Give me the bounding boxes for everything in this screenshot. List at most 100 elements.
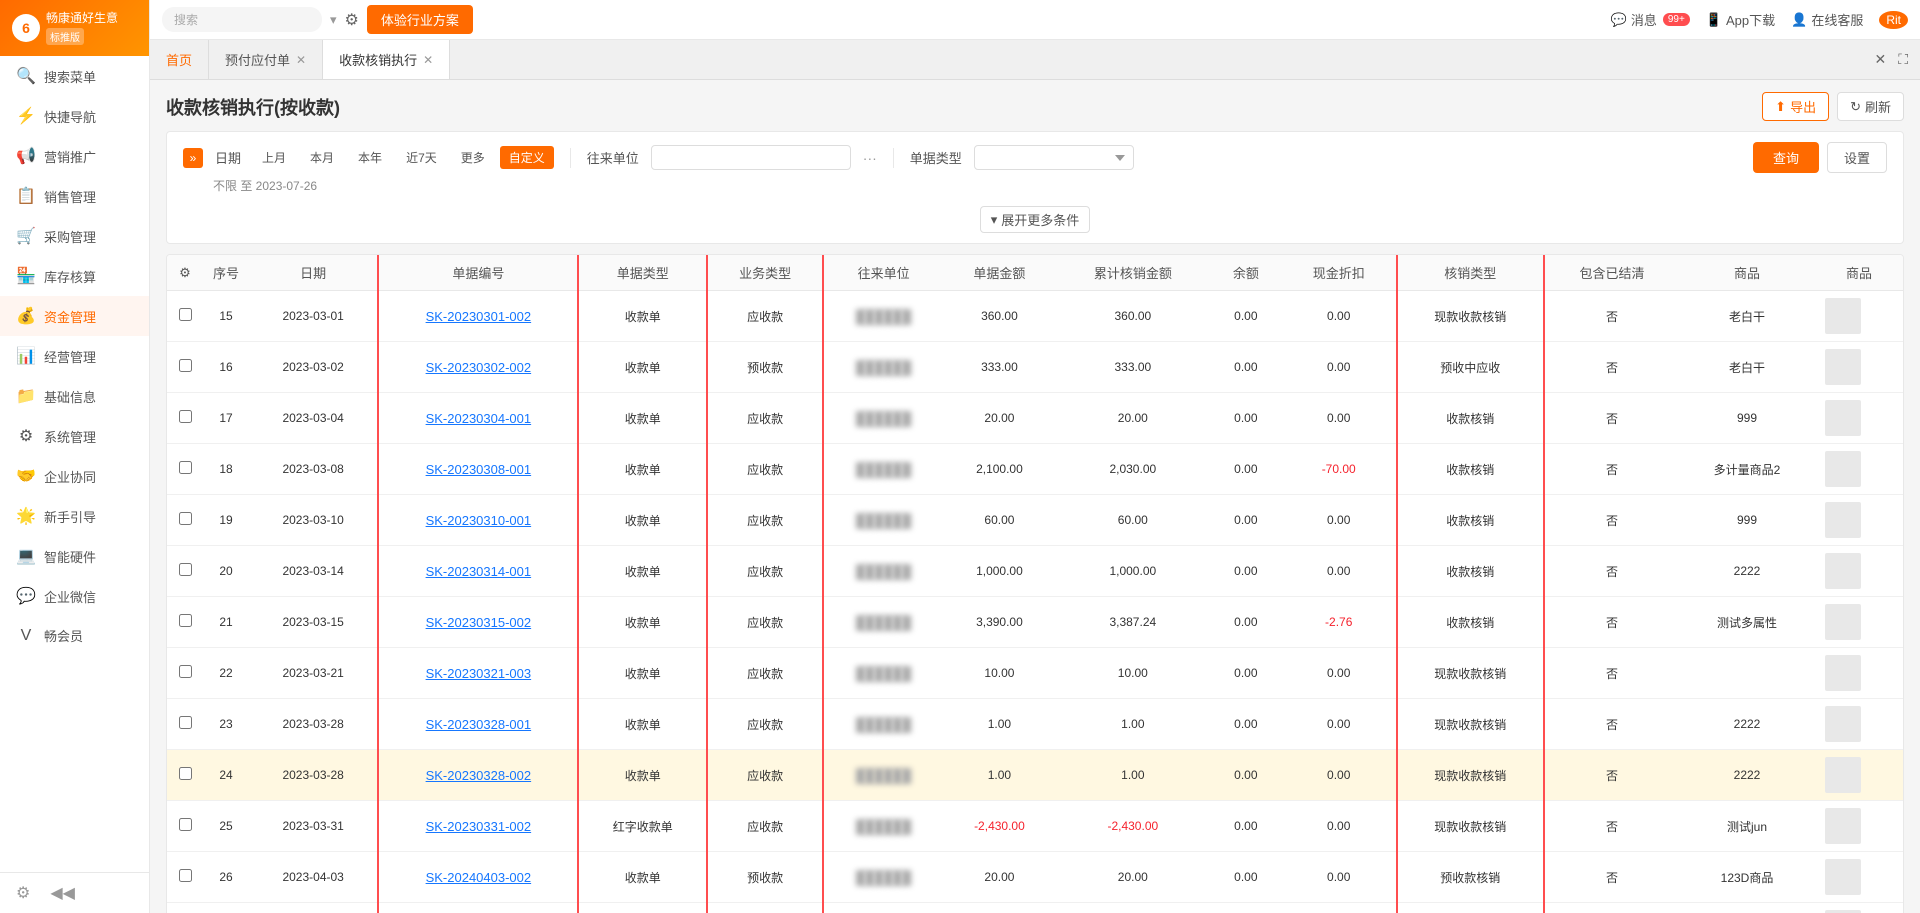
- topbar-chevron-icon[interactable]: ▾: [330, 12, 337, 28]
- doc-no-link[interactable]: SK-20230314-001: [426, 564, 532, 579]
- tabbar-close-icon[interactable]: ✕: [1874, 51, 1886, 68]
- cell-doc-type: 收款单: [578, 648, 707, 699]
- doc-no-link[interactable]: SK-20230328-002: [426, 768, 532, 783]
- col-goods2: 商品: [1815, 255, 1903, 291]
- prepay-tab-close-icon[interactable]: ✕: [296, 53, 306, 67]
- cell-checkbox[interactable]: [167, 699, 203, 750]
- sidebar-item-operation[interactable]: 📊 经营管理: [0, 336, 149, 376]
- cell-checkbox[interactable]: [167, 342, 203, 393]
- expand-more-conditions[interactable]: ▾ 展开更多条件: [980, 206, 1091, 233]
- cell-checkbox[interactable]: [167, 444, 203, 495]
- cell-no: 16: [203, 342, 249, 393]
- doc-no-link[interactable]: SK-20230315-002: [426, 615, 532, 630]
- table-row: 20 2023-03-14 SK-20230314-001 收款单 应收款 ██…: [167, 546, 1903, 597]
- filter-bar: » 日期 上月 本月 本年 近7天 更多 自定义 往来单位 ··· 单据类型: [166, 131, 1904, 244]
- col-gear[interactable]: ⚙: [167, 255, 203, 291]
- message-button[interactable]: 💬 消息 99+: [1611, 10, 1690, 29]
- cell-checkbox[interactable]: [167, 291, 203, 342]
- cell-date: 2023-03-28: [249, 699, 378, 750]
- doc-no-link[interactable]: SK-20230302-002: [426, 360, 532, 375]
- cell-checkbox[interactable]: [167, 648, 203, 699]
- sidebar-item-basic[interactable]: 📁 基础信息: [0, 376, 149, 416]
- filter-more-dates[interactable]: 更多: [452, 146, 494, 169]
- cell-doc-no: SK-20240403-002: [378, 852, 578, 903]
- sidebar-item-guide[interactable]: 🌟 新手引导: [0, 496, 149, 536]
- collapse-icon[interactable]: ◀◀: [50, 883, 75, 903]
- online-service-button[interactable]: 👤 在线客服: [1791, 10, 1863, 29]
- sidebar-item-marketing[interactable]: 📢 营销推广: [0, 136, 149, 176]
- cell-checkbox[interactable]: [167, 801, 203, 852]
- cell-goods: 999: [1679, 393, 1815, 444]
- table-row: 27 2023-04-08 SK-20230408-001 收款单 应收款 ██…: [167, 903, 1903, 913]
- table-row: 22 2023-03-21 SK-20230321-003 收款单 应收款 ██…: [167, 648, 1903, 699]
- industry-solution-button[interactable]: 体验行业方案: [367, 5, 473, 34]
- tabbar-actions: ✕ ⛶: [1862, 40, 1920, 79]
- filter-date-range-display: 不限 至 2023-07-26: [213, 177, 1887, 194]
- doc-no-link[interactable]: SK-20230301-002: [426, 309, 532, 324]
- doc-no-link[interactable]: SK-20230310-001: [426, 513, 532, 528]
- filter-doc-type-select[interactable]: [974, 145, 1134, 170]
- sidebar-item-hardware[interactable]: 💻 智能硬件: [0, 536, 149, 576]
- sidebar-item-quicknav[interactable]: ⚡ 快捷导航: [0, 96, 149, 136]
- doc-no-link[interactable]: SK-20230308-001: [426, 462, 532, 477]
- cell-goods: 999: [1679, 495, 1815, 546]
- tab-home[interactable]: 首页: [150, 40, 209, 79]
- filter-counterparty-ellipsis[interactable]: ···: [863, 150, 877, 166]
- tab-prepay[interactable]: 预付应付单 ✕: [209, 40, 323, 79]
- cell-checkbox[interactable]: [167, 546, 203, 597]
- cell-checkbox[interactable]: [167, 495, 203, 546]
- query-button[interactable]: 查询: [1753, 142, 1819, 173]
- cell-checkbox[interactable]: [167, 393, 203, 444]
- filter-settings-button[interactable]: 设置: [1827, 142, 1887, 173]
- filter-custom-date[interactable]: 自定义: [500, 146, 554, 169]
- topbar-search[interactable]: 搜索: [162, 7, 322, 32]
- cell-counterparty: ██████: [823, 699, 943, 750]
- cell-biz-type: 应收款: [707, 801, 823, 852]
- cell-biz-type: 应收款: [707, 393, 823, 444]
- sidebar-item-sales[interactable]: 📋 销售管理: [0, 176, 149, 216]
- sidebar-item-purchase[interactable]: 🛒 采购管理: [0, 216, 149, 256]
- sidebar-item-system[interactable]: ⚙ 系统管理: [0, 416, 149, 456]
- cell-cumulative: 60.00: [1056, 495, 1210, 546]
- sidebar-item-search[interactable]: 🔍 搜索菜单: [0, 56, 149, 96]
- sidebar-item-wechat[interactable]: 💬 企业微信: [0, 576, 149, 616]
- sidebar-item-corp[interactable]: 🤝 企业协同: [0, 456, 149, 496]
- doc-no-link[interactable]: SK-20240403-002: [426, 870, 532, 885]
- topbar-gear-icon[interactable]: ⚙: [345, 10, 359, 30]
- doc-no-link[interactable]: SK-20230321-003: [426, 666, 532, 681]
- filter-counterparty-input[interactable]: [651, 145, 851, 170]
- filter-last-month[interactable]: 上月: [253, 146, 295, 169]
- cell-balance: 0.00: [1210, 597, 1282, 648]
- cell-checkbox[interactable]: [167, 852, 203, 903]
- main-area: 搜索 ▾ ⚙ 体验行业方案 💬 消息 99+ 📱 App下载 👤 在线客服 Ri…: [150, 0, 1920, 913]
- refresh-button[interactable]: ↻ 刷新: [1837, 92, 1904, 121]
- cell-writeoff-type: 预收中应收: [1397, 342, 1545, 393]
- filter-last-7-days[interactable]: 近7天: [397, 146, 446, 169]
- app-download-button[interactable]: 📱 App下载: [1706, 10, 1775, 29]
- system-label: 系统管理: [44, 427, 96, 446]
- cell-checkbox[interactable]: [167, 597, 203, 648]
- tab-receipt[interactable]: 收款核销执行 ✕: [323, 40, 450, 79]
- sidebar-footer: ⚙ ◀◀: [0, 872, 149, 913]
- doc-no-link[interactable]: SK-20230328-001: [426, 717, 532, 732]
- sidebar-item-finance[interactable]: 💰 资金管理: [0, 296, 149, 336]
- filter-expand-left-icon[interactable]: »: [183, 148, 203, 168]
- filter-this-year[interactable]: 本年: [349, 146, 391, 169]
- quicknav-icon: ⚡: [16, 106, 36, 126]
- cell-checkbox[interactable]: [167, 750, 203, 801]
- doc-no-link[interactable]: SK-20230304-001: [426, 411, 532, 426]
- receipt-tab-close-icon[interactable]: ✕: [423, 53, 433, 67]
- filter-this-month[interactable]: 本月: [301, 146, 343, 169]
- user-avatar[interactable]: Rit: [1879, 11, 1908, 29]
- tabbar-maximize-icon[interactable]: ⛶: [1898, 51, 1908, 68]
- cell-settled: 否: [1544, 393, 1679, 444]
- cell-checkbox[interactable]: [167, 903, 203, 913]
- settings-icon[interactable]: ⚙: [16, 883, 30, 903]
- export-button[interactable]: ⬆ 导出: [1762, 92, 1829, 121]
- doc-no-link[interactable]: SK-20230331-002: [426, 819, 532, 834]
- filter-counterparty-label: 往来单位: [587, 148, 639, 167]
- cell-no: 20: [203, 546, 249, 597]
- sidebar-item-member[interactable]: V 畅会员: [0, 616, 149, 655]
- cell-settled: 否: [1544, 750, 1679, 801]
- sidebar-item-inventory[interactable]: 🏪 库存核算: [0, 256, 149, 296]
